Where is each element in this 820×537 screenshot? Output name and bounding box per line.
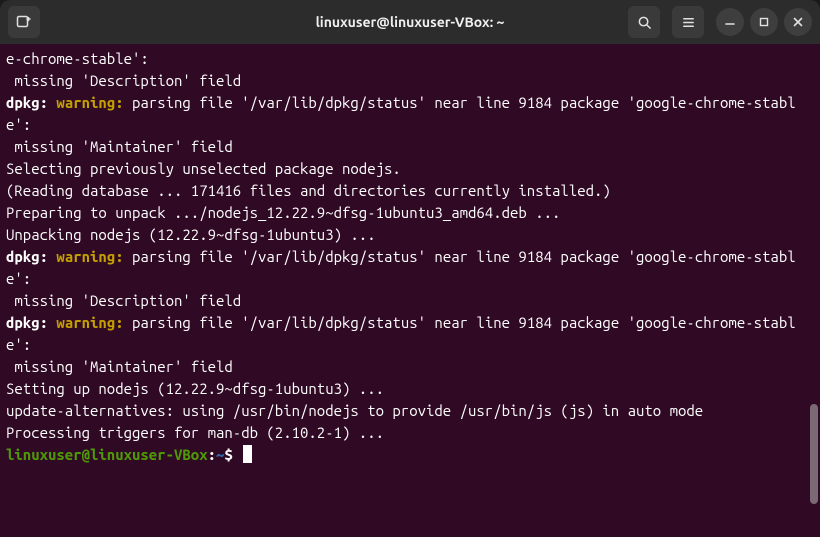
terminal-line: Selecting previously unselected package … — [6, 158, 814, 180]
titlebar-right — [628, 6, 812, 38]
terminal-line: Setting up nodejs (12.22.9~dfsg-1ubuntu3… — [6, 378, 814, 400]
prompt-user-host: linuxuser@linuxuser-VBox — [6, 446, 208, 463]
terminal-line: Unpacking nodejs (12.22.9~dfsg-1ubuntu3)… — [6, 224, 814, 246]
terminal-line: dpkg: warning: parsing file '/var/lib/dp… — [6, 246, 814, 290]
close-icon — [792, 16, 804, 28]
prompt-symbol: $ — [224, 446, 232, 463]
new-tab-icon — [16, 14, 32, 30]
terminal-line: e-chrome-stable': — [6, 48, 814, 70]
terminal-line: dpkg: warning: parsing file '/var/lib/dp… — [6, 312, 814, 356]
hamburger-icon — [681, 15, 696, 30]
maximize-icon — [758, 16, 770, 28]
cursor — [243, 445, 252, 463]
titlebar-left — [8, 6, 46, 38]
terminal-line: missing 'Maintainer' field — [6, 136, 814, 158]
window-title: linuxuser@linuxuser-VBox: ~ — [316, 14, 505, 30]
terminal-line: Preparing to unpack .../nodejs_12.22.9~d… — [6, 202, 814, 224]
terminal-output: e-chrome-stable': missing 'Description' … — [6, 48, 814, 444]
minimize-icon — [724, 16, 736, 28]
close-button[interactable] — [784, 8, 812, 36]
terminal-prompt-line: linuxuser@linuxuser-VBox:~$ — [6, 444, 814, 466]
terminal-line: dpkg: warning: parsing file '/var/lib/dp… — [6, 92, 814, 136]
titlebar: linuxuser@linuxuser-VBox: ~ — [0, 0, 820, 44]
terminal-line: missing 'Description' field — [6, 290, 814, 312]
terminal-line: (Reading database ... 171416 files and d… — [6, 180, 814, 202]
search-button[interactable] — [628, 6, 660, 38]
terminal-line: Processing triggers for man-db (2.10.2-1… — [6, 422, 814, 444]
terminal-line: missing 'Maintainer' field — [6, 356, 814, 378]
terminal-viewport[interactable]: e-chrome-stable': missing 'Description' … — [0, 44, 820, 537]
new-tab-button[interactable] — [8, 6, 40, 38]
menu-button[interactable] — [672, 6, 704, 38]
terminal-line: update-alternatives: using /usr/bin/node… — [6, 400, 814, 422]
minimize-button[interactable] — [716, 8, 744, 36]
search-icon — [637, 15, 652, 30]
scrollbar-thumb[interactable] — [810, 404, 818, 504]
prompt-sep: : — [208, 446, 216, 463]
terminal-line: missing 'Description' field — [6, 70, 814, 92]
maximize-button[interactable] — [750, 8, 778, 36]
